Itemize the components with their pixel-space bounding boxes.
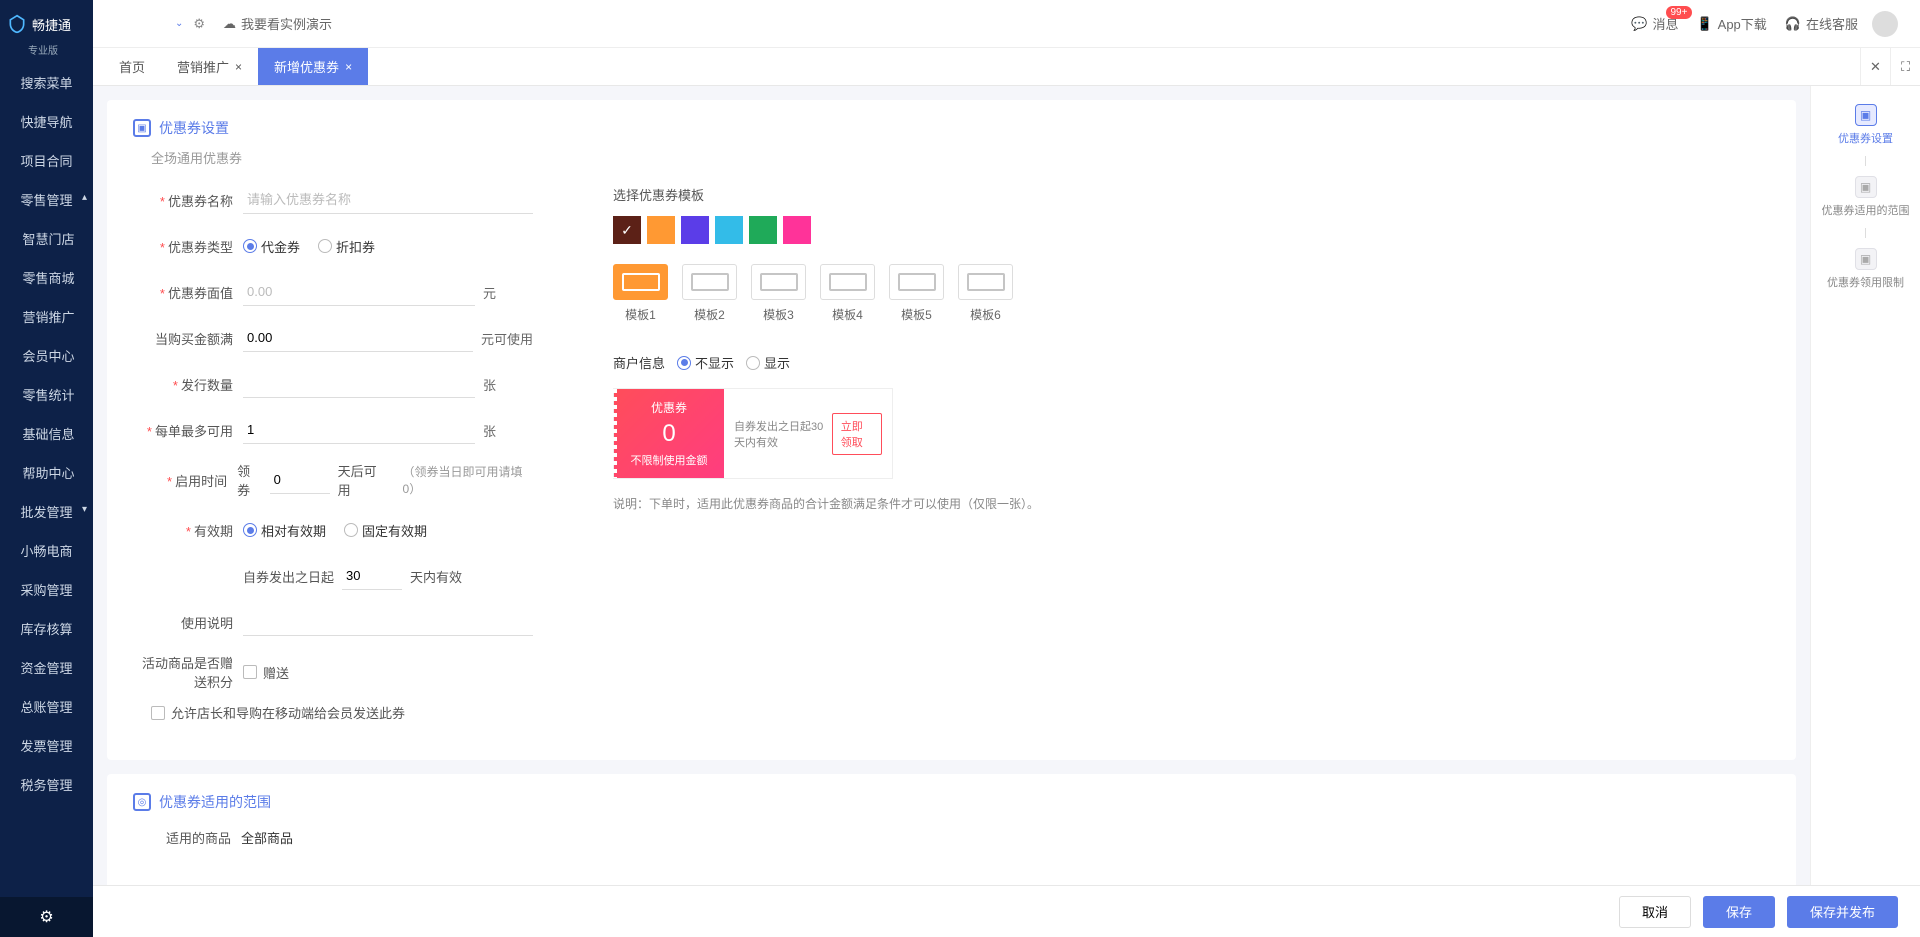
phone-icon: 📱 (1696, 16, 1712, 32)
sidebar-item[interactable]: 资金管理 (0, 648, 93, 687)
sidebar-item[interactable]: 批发管理▾ (0, 492, 93, 531)
cancel-button[interactable]: 取消 (1619, 896, 1691, 928)
badge: 99+ (1666, 6, 1693, 19)
radio-merchant-show[interactable]: 显示 (746, 353, 790, 372)
panel-title: 优惠券适用的范围 (159, 792, 271, 812)
template-label: 选择优惠券模板 (613, 185, 1770, 204)
org-settings-icon[interactable]: ⚙ (193, 16, 205, 32)
tab-fullscreen[interactable]: ⛶ (1890, 48, 1920, 85)
footer-bar: 取消 保存 保存并发布 (93, 885, 1920, 937)
face-value-input[interactable] (243, 278, 475, 306)
enable-days-input[interactable] (270, 466, 330, 494)
headset-icon: 🎧 (1785, 16, 1801, 32)
radio-cash[interactable]: 代金券 (243, 237, 300, 256)
sidebar-item[interactable]: 会员中心 (0, 336, 93, 375)
sidebar-item[interactable]: 智慧门店 (0, 219, 93, 258)
brand-edition: 专业版 (28, 42, 93, 57)
radio-merchant-hide[interactable]: 不显示 (677, 353, 734, 372)
chevron-down-icon: ▾ (82, 504, 87, 515)
radio-fixed[interactable]: 固定有效期 (344, 521, 427, 540)
sidebar-item[interactable]: 快捷导航 (0, 102, 93, 141)
anchor-nav: ▣优惠券设置 ▣优惠券适用的范围 ▣优惠券领用限制 (1810, 86, 1920, 885)
sidebar-item[interactable]: 库存核算 (0, 609, 93, 648)
sidebar-item[interactable]: 搜索菜单 (0, 63, 93, 102)
panel-coupon-settings: ▣ 优惠券设置 全场通用优惠券 *优惠券名称 *优惠券类型 (107, 100, 1796, 760)
template-option[interactable]: 模板6 (958, 264, 1013, 323)
sidebar-item[interactable]: 税务管理 (0, 765, 93, 804)
panel-coupon-scope: ◎ 优惠券适用的范围 适用的商品 全部商品 (107, 774, 1796, 885)
brand-name: 畅捷通 (32, 15, 71, 34)
close-icon[interactable]: × (235, 60, 242, 74)
sidebar-item[interactable]: 基础信息 (0, 414, 93, 453)
cloud-icon: ☁ (223, 16, 236, 32)
color-swatch[interactable] (681, 216, 709, 244)
panel-icon: ▣ (133, 119, 151, 137)
avatar[interactable] (1872, 11, 1898, 37)
tab[interactable]: 营销推广× (161, 48, 258, 85)
template-option[interactable]: 模板4 (820, 264, 875, 323)
panel-icon: ◎ (133, 793, 151, 811)
sidebar-item[interactable]: 零售统计 (0, 375, 93, 414)
chevron-up-icon: ▴ (82, 192, 87, 203)
sidebar-item[interactable]: 小畅电商 (0, 531, 93, 570)
color-swatch[interactable] (715, 216, 743, 244)
tabs-row: 首页营销推广×新增优惠券× ✕ ⛶ (93, 48, 1920, 86)
sidebar-item[interactable]: 发票管理 (0, 726, 93, 765)
support-link[interactable]: 🎧 在线客服 (1785, 14, 1858, 33)
save-publish-button[interactable]: 保存并发布 (1787, 896, 1898, 928)
chevron-down-icon: ⌄ (175, 18, 183, 29)
messages-link[interactable]: 💬 消息 99+ (1631, 14, 1678, 33)
claim-button[interactable]: 立即领取 (832, 413, 882, 455)
sidebar: 畅捷通 专业版 搜索菜单快捷导航项目合同零售管理▴智慧门店零售商城营销推广会员中… (0, 0, 93, 937)
sidebar-item[interactable]: 项目合同 (0, 141, 93, 180)
coupon-preview: 优惠券 0 不限制使用金额 自券发出之日起30天内有效 立即领取 (613, 388, 893, 479)
tab-close-all[interactable]: ✕ (1860, 48, 1890, 85)
color-swatch[interactable] (613, 216, 641, 244)
checkbox-allow-mobile[interactable] (151, 706, 165, 720)
settings-gear-icon[interactable]: ⚙ (39, 907, 53, 927)
sidebar-item[interactable]: 营销推广 (0, 297, 93, 336)
coupon-name-input[interactable] (243, 186, 533, 214)
template-option[interactable]: 模板2 (682, 264, 737, 323)
sidebar-item[interactable]: 帮助中心 (0, 453, 93, 492)
topbar: ⌄ ⚙ ☁ 我要看实例演示 💬 消息 99+ 📱 App下载 🎧 在线客服 (93, 0, 1920, 48)
color-swatch[interactable] (647, 216, 675, 244)
org-selector[interactable]: ⌄ (107, 18, 183, 29)
tab[interactable]: 首页 (103, 48, 161, 85)
sidebar-item[interactable]: 采购管理 (0, 570, 93, 609)
anchor-link[interactable]: ▣优惠券适用的范围 (1822, 176, 1910, 218)
template-option[interactable]: 模板1 (613, 264, 668, 323)
logo-icon (6, 13, 28, 35)
chat-icon: 💬 (1631, 16, 1647, 32)
valid-days-input[interactable] (342, 562, 402, 590)
template-option[interactable]: 模板3 (751, 264, 806, 323)
subtab-all[interactable]: 全场通用优惠券 (151, 151, 242, 166)
panel-title: 优惠券设置 (159, 118, 229, 138)
tab[interactable]: 新增优惠券× (258, 48, 368, 85)
radio-relative[interactable]: 相对有效期 (243, 521, 326, 540)
close-icon[interactable]: × (345, 60, 352, 74)
logo: 畅捷通 (0, 0, 93, 48)
color-swatch[interactable] (749, 216, 777, 244)
explain-text: 说明：下单时，适用此优惠券商品的合计金额满足条件才可以使用（仅限一张）。 (613, 495, 1770, 512)
template-option[interactable]: 模板5 (889, 264, 944, 323)
sidebar-item[interactable]: 总账管理 (0, 687, 93, 726)
color-swatch[interactable] (783, 216, 811, 244)
issue-count-input[interactable] (243, 370, 475, 398)
sidebar-item[interactable]: 零售管理▴ (0, 180, 93, 219)
checkbox-give-points[interactable] (243, 665, 257, 679)
sidebar-item[interactable]: 零售商城 (0, 258, 93, 297)
max-per-order-input[interactable] (243, 416, 475, 444)
save-button[interactable]: 保存 (1703, 896, 1775, 928)
threshold-input[interactable] (243, 324, 473, 352)
demo-link[interactable]: ☁ 我要看实例演示 (223, 14, 332, 33)
radio-discount[interactable]: 折扣券 (318, 237, 375, 256)
usage-note-input[interactable] (243, 608, 533, 636)
anchor-link[interactable]: ▣优惠券领用限制 (1827, 248, 1904, 290)
app-download-link[interactable]: 📱 App下载 (1696, 14, 1766, 33)
anchor-link[interactable]: ▣优惠券设置 (1838, 104, 1893, 146)
sidebar-footer: ⚙ (0, 897, 93, 937)
